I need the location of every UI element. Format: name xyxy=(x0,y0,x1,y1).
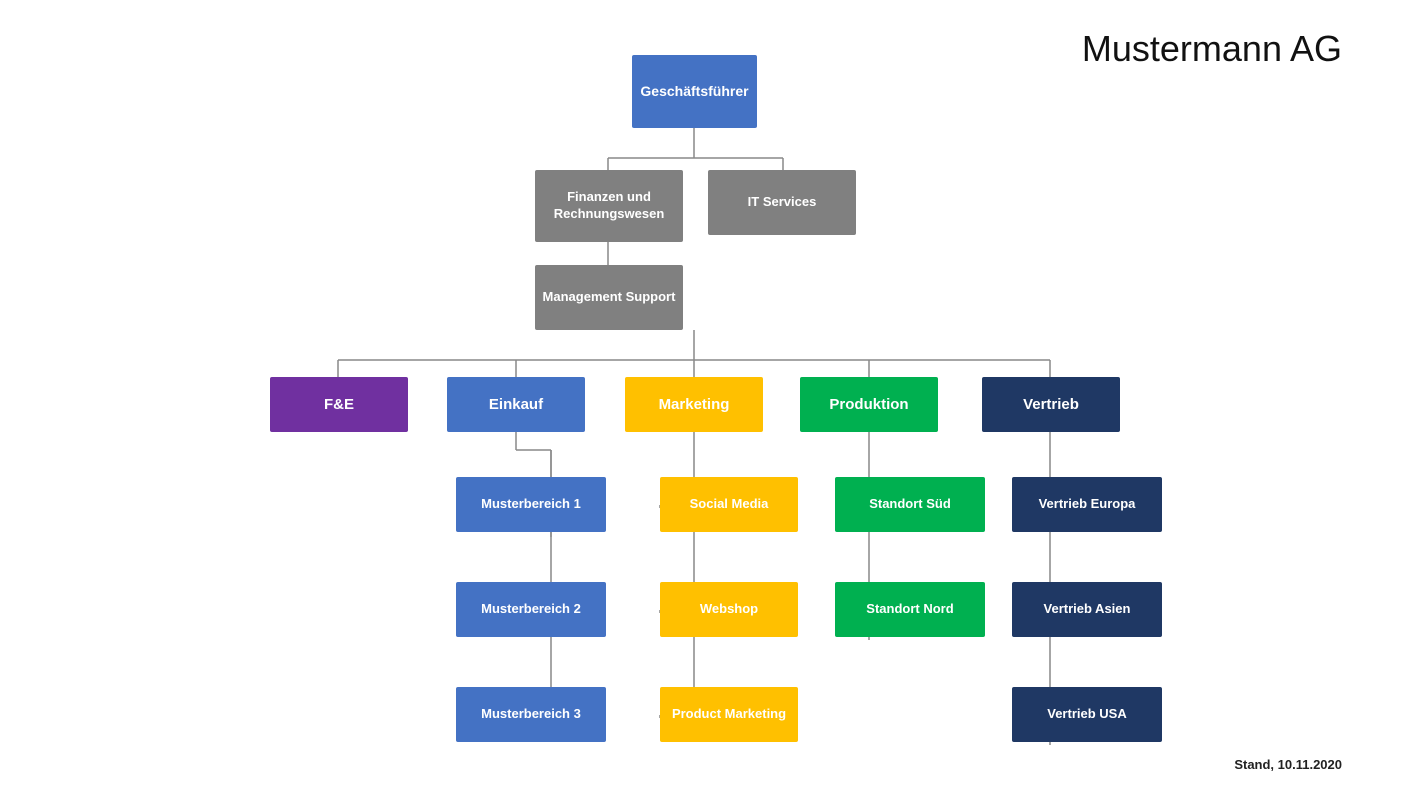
box-standort-nord: Standort Nord xyxy=(835,582,985,637)
box-musterbereich1: Musterbereich 1 xyxy=(456,477,606,532)
box-geschaeftsfuehrer: Geschäftsführer xyxy=(632,55,757,128)
box-it-services: IT Services xyxy=(708,170,856,235)
box-standort-sued: Standort Süd xyxy=(835,477,985,532)
box-social-media: Social Media xyxy=(660,477,798,532)
org-chart: Mustermann AG Stand, 10.11.2020 Geschäft… xyxy=(0,0,1422,800)
box-musterbereich2: Musterbereich 2 xyxy=(456,582,606,637)
box-webshop: Webshop xyxy=(660,582,798,637)
box-marketing: Marketing xyxy=(625,377,763,432)
box-vertrieb-europa: Vertrieb Europa xyxy=(1012,477,1162,532)
box-einkauf: Einkauf xyxy=(447,377,585,432)
box-vertrieb: Vertrieb xyxy=(982,377,1120,432)
stand-text: Stand, 10.11.2020 xyxy=(1234,757,1342,772)
box-management-support: Management Support xyxy=(535,265,683,330)
box-vertrieb-asien: Vertrieb Asien xyxy=(1012,582,1162,637)
box-product-marketing: Product Marketing xyxy=(660,687,798,742)
box-fne: F&E xyxy=(270,377,408,432)
box-vertrieb-usa: Vertrieb USA xyxy=(1012,687,1162,742)
box-finanzen: Finanzen und Rechnungswesen xyxy=(535,170,683,242)
box-produktion: Produktion xyxy=(800,377,938,432)
box-musterbereich3: Musterbereich 3 xyxy=(456,687,606,742)
page-title: Mustermann AG xyxy=(1082,28,1342,70)
